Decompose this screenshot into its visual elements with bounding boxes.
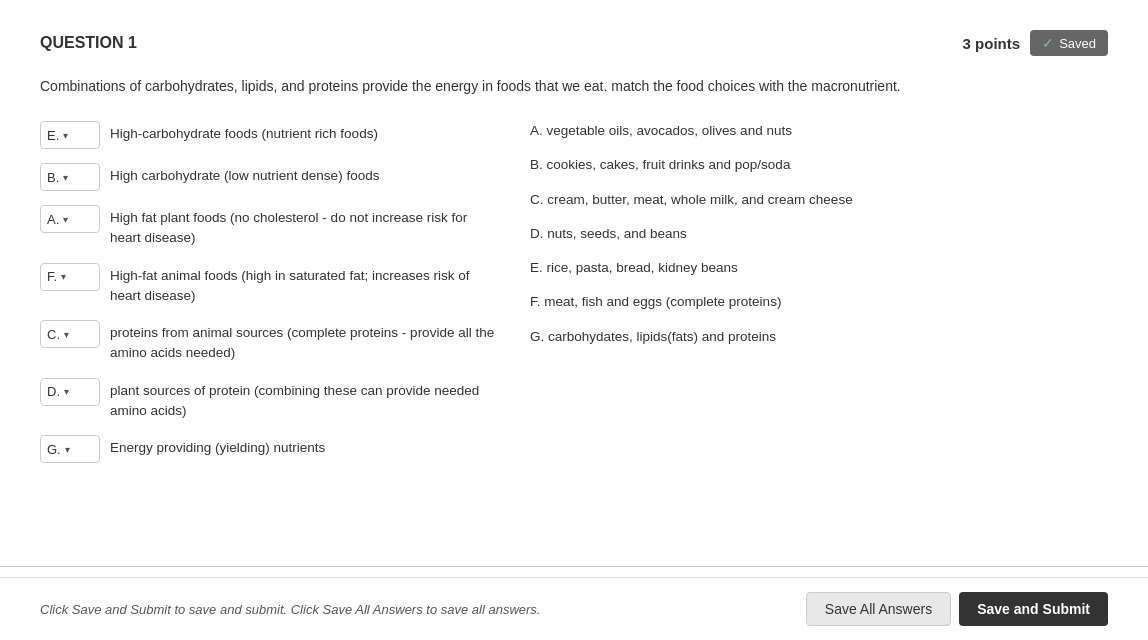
match-item-text: Energy providing (yielding) nutrients: [110, 435, 325, 458]
right-item: C. cream, butter, meat, whole milk, and …: [530, 190, 1108, 210]
right-item: G. carbohydates, lipids(fats) and protei…: [530, 327, 1108, 347]
answer-label: D.: [47, 384, 60, 399]
match-row: G. ▾ Energy providing (yielding) nutrients: [40, 435, 500, 463]
answer-label: A.: [47, 212, 59, 227]
match-item-text: proteins from animal sources (complete p…: [110, 320, 500, 364]
save-submit-button[interactable]: Save and Submit: [959, 592, 1108, 626]
match-row: E. ▾ High-carbohydrate foods (nutrient ric…: [40, 121, 500, 149]
answer-dropdown-wrapper[interactable]: E. ▾: [40, 121, 100, 149]
question-title: QUESTION 1: [40, 34, 137, 52]
answer-label: E.: [47, 128, 59, 143]
match-item-text: High-carbohydrate foods (nutrient rich f…: [110, 121, 378, 144]
answer-dropdown-wrapper[interactable]: G. ▾: [40, 435, 100, 463]
answer-dropdown-wrapper[interactable]: A. ▾: [40, 205, 100, 233]
footer: Click Save and Submit to save and submit…: [0, 577, 1148, 640]
saved-label: Saved: [1059, 36, 1096, 51]
chevron-down-icon: ▾: [65, 444, 70, 455]
question-text: Combinations of carbohydrates, lipids, a…: [40, 76, 920, 97]
chevron-down-icon: ▾: [61, 271, 66, 282]
left-column: E. ▾ High-carbohydrate foods (nutrient ric…: [40, 121, 500, 477]
match-item-text: plant sources of protein (combining thes…: [110, 378, 500, 422]
match-row: C. ▾ proteins from animal sources (complet…: [40, 320, 500, 364]
matching-area: E. ▾ High-carbohydrate foods (nutrient ric…: [40, 121, 1108, 477]
match-row: D. ▾ plant sources of protein (combining t…: [40, 378, 500, 422]
points-area: 3 points ✓ Saved: [963, 30, 1108, 56]
chevron-down-icon: ▾: [64, 329, 69, 340]
chevron-down-icon: ▾: [64, 386, 69, 397]
match-item-text: High fat plant foods (no cholesterol - d…: [110, 205, 500, 249]
right-item: B. cookies, cakes, fruit drinks and pop/…: [530, 155, 1108, 175]
question-header: QUESTION 1 3 points ✓ Saved: [40, 30, 1108, 56]
check-icon: ✓: [1042, 35, 1054, 51]
answer-dropdown-wrapper[interactable]: F. ▾: [40, 263, 100, 291]
right-item: D. nuts, seeds, and beans: [530, 224, 1108, 244]
right-item: A. vegetable oils, avocados, olives and …: [530, 121, 1108, 141]
answer-label: F.: [47, 269, 57, 284]
footer-buttons: Save All Answers Save and Submit: [806, 592, 1108, 626]
answer-label: C.: [47, 327, 60, 342]
save-all-button[interactable]: Save All Answers: [806, 592, 951, 626]
points-label: 3 points: [963, 35, 1021, 52]
right-item: E. rice, pasta, bread, kidney beans: [530, 258, 1108, 278]
right-column: A. vegetable oils, avocados, olives and …: [530, 121, 1108, 477]
match-row: F. ▾ High-fat animal foods (high in satura…: [40, 263, 500, 307]
match-row: B. ▾ High carbohydrate (low nutrient dense…: [40, 163, 500, 191]
chevron-down-icon: ▾: [63, 172, 68, 183]
right-item: F. meat, fish and eggs (complete protein…: [530, 292, 1108, 312]
answer-dropdown-wrapper[interactable]: C. ▾: [40, 320, 100, 348]
answer-label: B.: [47, 170, 59, 185]
answer-label: G.: [47, 442, 61, 457]
chevron-down-icon: ▾: [63, 214, 68, 225]
match-item-text: High carbohydrate (low nutrient dense) f…: [110, 163, 379, 186]
divider: [0, 566, 1148, 567]
saved-badge: ✓ Saved: [1030, 30, 1108, 56]
answer-dropdown-wrapper[interactable]: B. ▾: [40, 163, 100, 191]
answer-dropdown-wrapper[interactable]: D. ▾: [40, 378, 100, 406]
match-row: A. ▾ High fat plant foods (no cholesterol …: [40, 205, 500, 249]
match-item-text: High-fat animal foods (high in saturated…: [110, 263, 500, 307]
footer-instruction: Click Save and Submit to save and submit…: [40, 602, 540, 617]
chevron-down-icon: ▾: [63, 130, 68, 141]
